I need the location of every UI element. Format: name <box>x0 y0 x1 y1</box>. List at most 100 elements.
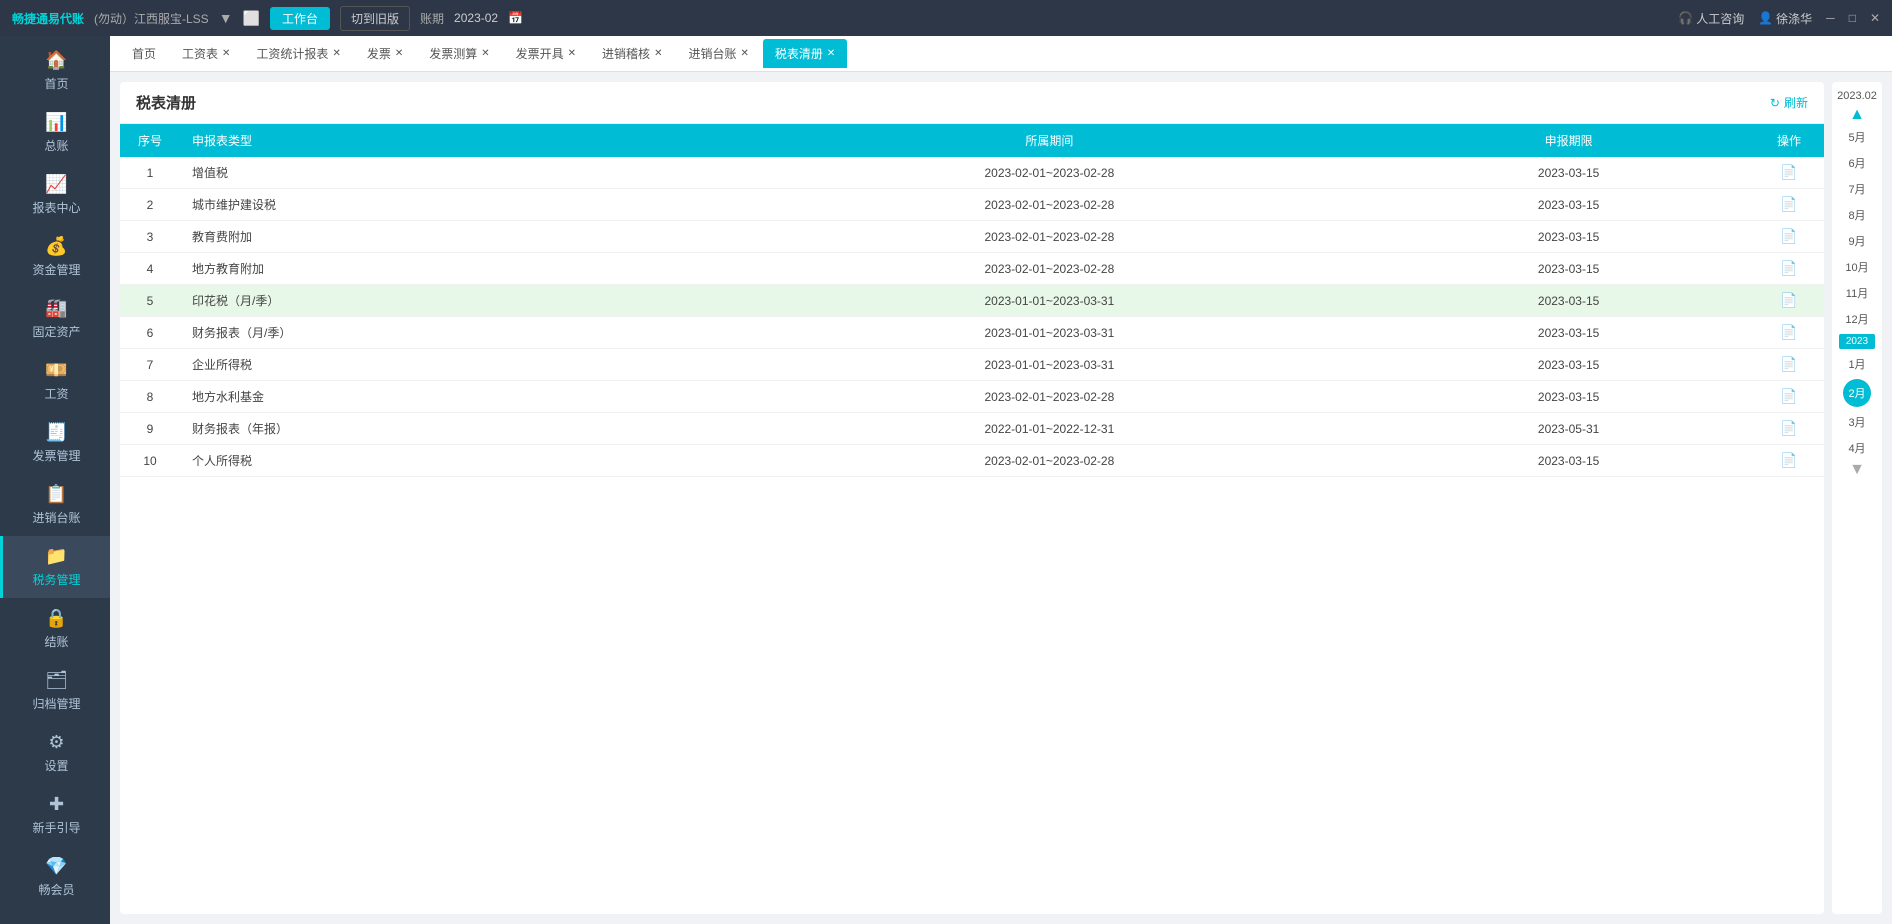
cell-period: 2023-01-01~2023-03-31 <box>716 349 1384 381</box>
tab-home[interactable]: 首页 <box>120 39 168 68</box>
tab-salary-table[interactable]: 工资表 ✕ <box>170 39 242 68</box>
cell-period: 2023-01-01~2023-03-31 <box>716 317 1384 349</box>
sidebar-item-member[interactable]: 💎 畅会员 <box>0 846 110 908</box>
table-row: 7企业所得税2023-01-01~2023-03-312023-03-15📄 <box>120 349 1824 381</box>
right-period-panel: 2023.02 ▲ 5月 6月 7月 8月 9月 10月 11月 12月 202… <box>1832 82 1882 914</box>
sidebar-item-report[interactable]: 📈 报表中心 <box>0 164 110 226</box>
action-view-icon[interactable]: 📄 <box>1780 420 1797 436</box>
tab-salary-stats[interactable]: 工资统计报表 ✕ <box>244 39 352 68</box>
action-view-icon[interactable]: 📄 <box>1780 452 1797 468</box>
tab-tax-clear[interactable]: 税表清册 ✕ <box>763 39 847 68</box>
workspace-button[interactable]: 工作台 <box>270 7 330 30</box>
tab-close-purchase-review[interactable]: ✕ <box>654 48 662 59</box>
sidebar-item-sales[interactable]: 📋 进销台账 <box>0 474 110 536</box>
switch-old-button[interactable]: 切到旧版 <box>340 6 410 31</box>
tab-close-invoice[interactable]: ✕ <box>395 48 403 59</box>
refresh-icon: ↻ <box>1770 96 1780 110</box>
calendar-icon[interactable]: 📅 <box>508 11 523 25</box>
period-value: 2023-02 <box>454 11 498 25</box>
period-month-1[interactable]: 1月 <box>1832 351 1882 377</box>
sidebar-item-fixed[interactable]: 🏭 固定资产 <box>0 288 110 350</box>
cell-period: 2023-01-01~2023-03-31 <box>716 285 1384 317</box>
tab-invoice-calc[interactable]: 发票测算 ✕ <box>417 39 501 68</box>
cell-no: 4 <box>120 253 180 285</box>
period-month-2-active[interactable]: 2月 <box>1843 379 1871 407</box>
tab-close-tax-clear[interactable]: ✕ <box>827 48 835 59</box>
action-view-icon[interactable]: 📄 <box>1780 356 1797 372</box>
headset-icon: 🎧 <box>1678 11 1693 25</box>
fund-icon: 💰 <box>45 236 67 257</box>
action-view-icon[interactable]: 📄 <box>1780 228 1797 244</box>
period-month-7[interactable]: 7月 <box>1832 176 1882 202</box>
sidebar-item-guide[interactable]: ✚ 新手引导 <box>0 784 110 846</box>
cell-no: 1 <box>120 157 180 189</box>
period-month-11[interactable]: 11月 <box>1832 280 1882 306</box>
cell-deadline: 2023-03-15 <box>1383 349 1754 381</box>
sales-icon: 📋 <box>45 484 67 505</box>
unpin-button[interactable]: 📌 取消固定 <box>10 918 100 924</box>
window-minimize[interactable]: ─ <box>1826 11 1835 25</box>
tab-close-salary[interactable]: ✕ <box>222 48 230 59</box>
sidebar-label-fund: 资金管理 <box>32 261 80 278</box>
tab-close-invoice-open[interactable]: ✕ <box>568 48 576 59</box>
sidebar-item-archive[interactable]: 🗂 归档管理 <box>0 660 110 722</box>
archive-icon: 🗂 <box>45 670 68 691</box>
cell-period: 2023-02-01~2023-02-28 <box>716 381 1384 413</box>
top-right-actions: 🎧 人工咨询 👤 徐涤华 ─ □ ✕ <box>1678 10 1880 27</box>
panel-header: 税表清册 ↻ 刷新 <box>120 82 1824 124</box>
action-view-icon[interactable]: 📄 <box>1780 164 1797 180</box>
window-maximize[interactable]: □ <box>1849 11 1856 25</box>
action-view-icon[interactable]: 📄 <box>1780 260 1797 276</box>
sidebar-item-settings[interactable]: ⚙ 设置 <box>0 722 110 784</box>
sidebar-item-tax[interactable]: 📁 税务管理 <box>0 536 110 598</box>
table-header-row: 序号 申报表类型 所属期间 申报期限 操作 <box>120 124 1824 157</box>
period-month-9[interactable]: 9月 <box>1832 228 1882 254</box>
refresh-button[interactable]: ↻ 刷新 <box>1770 94 1808 111</box>
sidebar-label-guide: 新手引导 <box>32 819 80 836</box>
tab-close-purchase-ledger[interactable]: ✕ <box>740 48 748 59</box>
window-close[interactable]: ✕ <box>1870 11 1880 25</box>
table-row: 6财务报表（月/季）2023-01-01~2023-03-312023-03-1… <box>120 317 1824 349</box>
cell-action: 📄 <box>1754 189 1824 221</box>
col-no: 序号 <box>120 124 180 157</box>
period-month-4[interactable]: 4月 <box>1832 435 1882 461</box>
user-info[interactable]: 👤 徐涤华 <box>1758 10 1812 27</box>
tab-purchase-review[interactable]: 进销稽核 ✕ <box>590 39 674 68</box>
tab-close-salary-stats[interactable]: ✕ <box>332 48 340 59</box>
action-view-icon[interactable]: 📄 <box>1780 196 1797 212</box>
sidebar-item-close[interactable]: 🔒 结账 <box>0 598 110 660</box>
company-dropdown-icon[interactable]: ▼ <box>219 10 233 26</box>
page-content: 税表清册 ↻ 刷新 序号 申报表类型 <box>110 72 1892 924</box>
cell-action: 📄 <box>1754 285 1824 317</box>
period-label: 账期 <box>420 10 444 27</box>
action-view-icon[interactable]: 📄 <box>1780 292 1797 308</box>
period-month-6[interactable]: 6月 <box>1832 150 1882 176</box>
period-month-10[interactable]: 10月 <box>1832 254 1882 280</box>
cell-deadline: 2023-03-15 <box>1383 445 1754 477</box>
tab-purchase-ledger[interactable]: 进销台账 ✕ <box>676 39 760 68</box>
sidebar-item-invoice[interactable]: 🧾 发票管理 <box>0 412 110 474</box>
cell-type: 个人所得税 <box>180 445 716 477</box>
human-consult[interactable]: 🎧 人工咨询 <box>1678 10 1744 27</box>
tab-invoice[interactable]: 发票 ✕ <box>355 39 415 68</box>
cell-period: 2023-02-01~2023-02-28 <box>716 253 1384 285</box>
period-month-12[interactable]: 12月 <box>1832 306 1882 332</box>
sidebar-item-fund[interactable]: 💰 资金管理 <box>0 226 110 288</box>
sidebar-item-salary[interactable]: 💴 工资 <box>0 350 110 412</box>
period-month-8[interactable]: 8月 <box>1832 202 1882 228</box>
sidebar-item-home[interactable]: 🏠 首页 <box>0 40 110 102</box>
sidebar-label-close: 结账 <box>44 633 68 650</box>
main-layout: 🏠 首页 📊 总账 📈 报表中心 💰 资金管理 🏭 固定资产 💴 工资 🧾 发票… <box>0 36 1892 924</box>
cell-action: 📄 <box>1754 317 1824 349</box>
tab-close-invoice-calc[interactable]: ✕ <box>481 48 489 59</box>
period-up-button[interactable]: ▲ <box>1849 106 1865 124</box>
tab-invoice-open[interactable]: 发票开具 ✕ <box>504 39 588 68</box>
period-month-5[interactable]: 5月 <box>1832 124 1882 150</box>
top-bar: 畅捷通易代账 (勿动）江西服宝-LSS ▼ ⬜ 工作台 切到旧版 账期 2023… <box>0 0 1892 36</box>
table-row: 2城市维护建设税2023-02-01~2023-02-282023-03-15📄 <box>120 189 1824 221</box>
action-view-icon[interactable]: 📄 <box>1780 388 1797 404</box>
period-down-button[interactable]: ▼ <box>1849 461 1865 479</box>
action-view-icon[interactable]: 📄 <box>1780 324 1797 340</box>
period-month-3[interactable]: 3月 <box>1832 409 1882 435</box>
sidebar-item-ledger[interactable]: 📊 总账 <box>0 102 110 164</box>
